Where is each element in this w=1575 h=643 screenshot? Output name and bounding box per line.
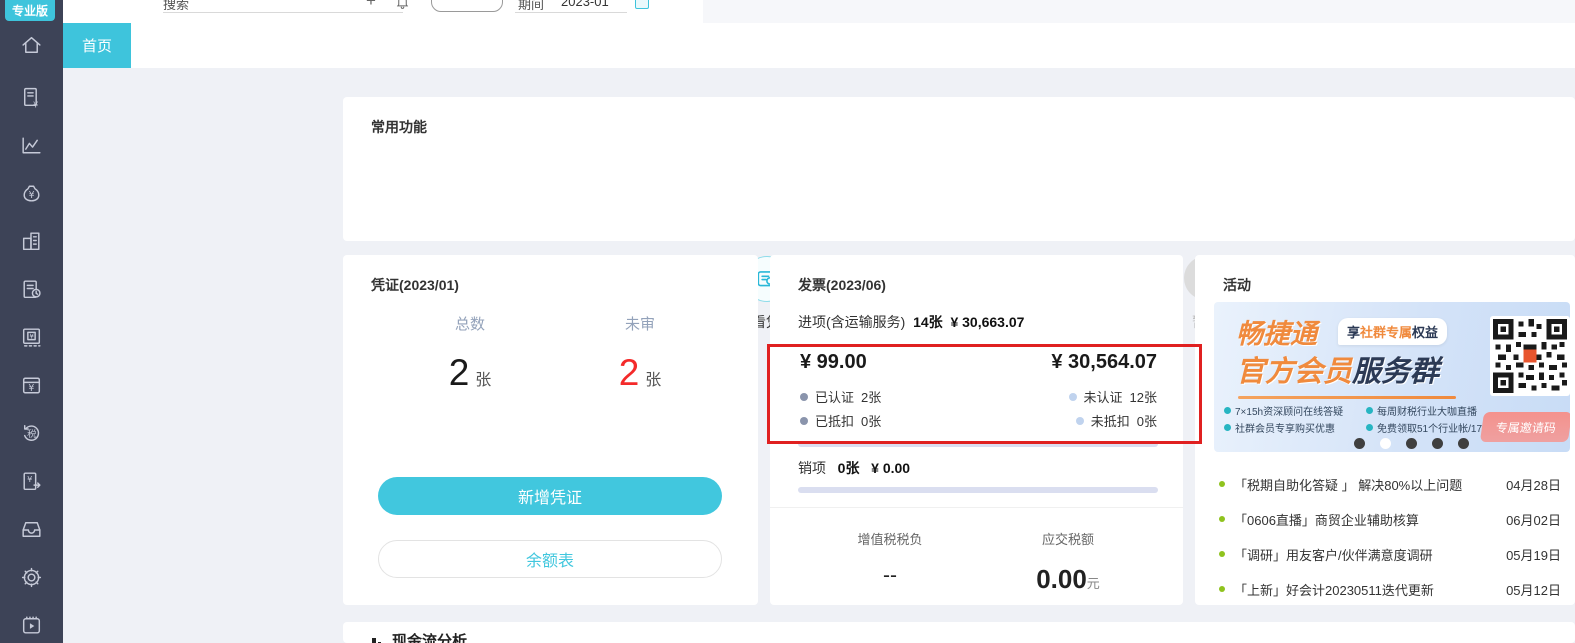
- teal-dot: [1224, 407, 1231, 414]
- topbar: 搜索 + 期间 2023-01: [63, 0, 1575, 23]
- topbar-pill-button[interactable]: [431, 0, 503, 12]
- app-window: 搜索 + 期间 2023-01 首页 ¥ ¥ ¥ ¥ 税 ¥ 专业版 常用功能 …: [0, 0, 1575, 643]
- quick-functions-title: 常用功能: [371, 119, 427, 135]
- topbar-right-background: [703, 0, 1575, 23]
- edition-badge: 专业版: [5, 0, 55, 21]
- carousel-dot[interactable]: [1380, 438, 1391, 449]
- invite-code-ribbon[interactable]: 专属邀请码: [1479, 412, 1570, 442]
- banner-brand: 畅捷通: [1236, 319, 1317, 349]
- carousel-dot[interactable]: [1406, 438, 1417, 449]
- voucher-card-title: 凭证(2023/01): [371, 277, 459, 293]
- svg-text:¥: ¥: [33, 99, 38, 109]
- teal-dot: [1224, 424, 1231, 431]
- company-icon[interactable]: [19, 229, 44, 254]
- home-icon[interactable]: [19, 33, 44, 58]
- add-voucher-button[interactable]: 新增凭证: [378, 477, 722, 515]
- promo-banner[interactable]: 畅捷通 享社群专属权益 官方会员服务群 7×15h资深顾问在线答疑 每周财税行业…: [1214, 302, 1570, 452]
- output-progress-bar: [798, 487, 1158, 493]
- invoice-card-title: 发票(2023/06): [798, 277, 886, 293]
- notification-icon[interactable]: [395, 0, 410, 12]
- carousel-dot[interactable]: [1354, 438, 1365, 449]
- banner-point: 7×15h资深顾问在线答疑: [1224, 403, 1343, 418]
- report-time-icon[interactable]: [19, 277, 44, 302]
- tab-home[interactable]: 首页: [63, 23, 131, 68]
- svg-text:¥: ¥: [27, 474, 32, 484]
- divider: [770, 507, 1183, 508]
- cashier-icon[interactable]: ¥: [19, 325, 44, 350]
- period-underline: [515, 12, 627, 13]
- carousel-dot[interactable]: [1458, 438, 1469, 449]
- plus-icon[interactable]: +: [366, 0, 376, 11]
- teal-dot: [1366, 424, 1373, 431]
- banner-point: 社群会员专享购买优惠: [1224, 420, 1335, 435]
- inbox-icon[interactable]: [19, 517, 44, 542]
- tax-payable-stat: 应交税额 0.00元: [1036, 532, 1100, 594]
- news-item[interactable]: 「上新」好会计20230511迭代更新 05月12日: [1219, 579, 1561, 599]
- voucher-card: 凭证(2023/01) 总数 2张 未审 2张 新增凭证 余额表: [343, 255, 758, 605]
- fund-icon[interactable]: ¥: [19, 181, 44, 206]
- carryover-icon[interactable]: ¥: [19, 469, 44, 494]
- calendar-icon[interactable]: [635, 0, 649, 9]
- banner-underline: [1238, 396, 1456, 399]
- red-annotation-box: [767, 344, 1202, 444]
- activity-card-title: 活动: [1223, 277, 1251, 293]
- teal-dot: [1366, 407, 1373, 414]
- invoice-input-line: 进项(含运输服务) 14张 ¥ 30,663.07: [798, 314, 1025, 330]
- tab-row: 首页: [63, 23, 1575, 68]
- svg-text:¥: ¥: [28, 383, 34, 394]
- tutorial-video-icon[interactable]: [19, 613, 44, 638]
- svg-text:¥: ¥: [29, 332, 34, 341]
- banner-point: 每周财税行业大咖直播: [1366, 403, 1477, 418]
- news-item[interactable]: 「0606直播」商贸企业辅助核算 06月02日: [1219, 509, 1561, 529]
- gear-icon[interactable]: [19, 565, 44, 590]
- bar-chart-icon: [372, 637, 381, 643]
- period-value[interactable]: 2023-01: [561, 0, 609, 9]
- carousel-dot[interactable]: [1432, 438, 1443, 449]
- voucher-total-stat: 总数 2张: [448, 316, 492, 393]
- cashflow-card: 现金流分析: [343, 622, 1575, 643]
- salary-icon[interactable]: ¥: [19, 373, 44, 398]
- invoice-icon[interactable]: ¥: [19, 85, 44, 110]
- green-dot: [1219, 586, 1225, 592]
- news-item[interactable]: 「调研」用友客户/伙伴满意度调研 05月19日: [1219, 544, 1561, 564]
- green-dot: [1219, 516, 1225, 522]
- quick-functions-card: 常用功能 查看凭证 资产负债表 利润表 期末结转 icon 暂无 icon 暂无…: [343, 97, 1575, 330]
- banner-headline: 官方会员服务群: [1236, 356, 1440, 388]
- green-dot: [1219, 551, 1225, 557]
- vat-burden-stat: 增值税税负 --: [857, 532, 923, 587]
- green-dot: [1219, 481, 1225, 487]
- tax-icon[interactable]: 税: [19, 421, 44, 446]
- svg-text:¥: ¥: [29, 190, 35, 201]
- balance-table-button[interactable]: 余额表: [378, 540, 722, 578]
- qr-code: [1490, 316, 1570, 396]
- activity-card: 活动 畅捷通 享社群专属权益 官方会员服务群 7×15h资深顾问在线答疑 每周财…: [1195, 255, 1575, 605]
- search-input[interactable]: [163, 12, 403, 13]
- banner-bubble: 享社群专属权益: [1338, 318, 1448, 345]
- voucher-unreviewed-stat: 未审 2张: [618, 316, 662, 393]
- invoice-output-line: 销项 0张 ¥ 0.00: [798, 460, 911, 476]
- carousel-dots: [1354, 438, 1469, 449]
- svg-text:税: 税: [27, 428, 37, 440]
- cashflow-title: 现金流分析: [371, 630, 467, 643]
- sidebar: ¥ ¥ ¥ ¥ 税 ¥: [0, 0, 63, 643]
- analysis-chart-icon[interactable]: [19, 133, 44, 158]
- news-item[interactable]: 「税期自助化答疑 」 解决80%以上问题 04月28日: [1219, 474, 1561, 494]
